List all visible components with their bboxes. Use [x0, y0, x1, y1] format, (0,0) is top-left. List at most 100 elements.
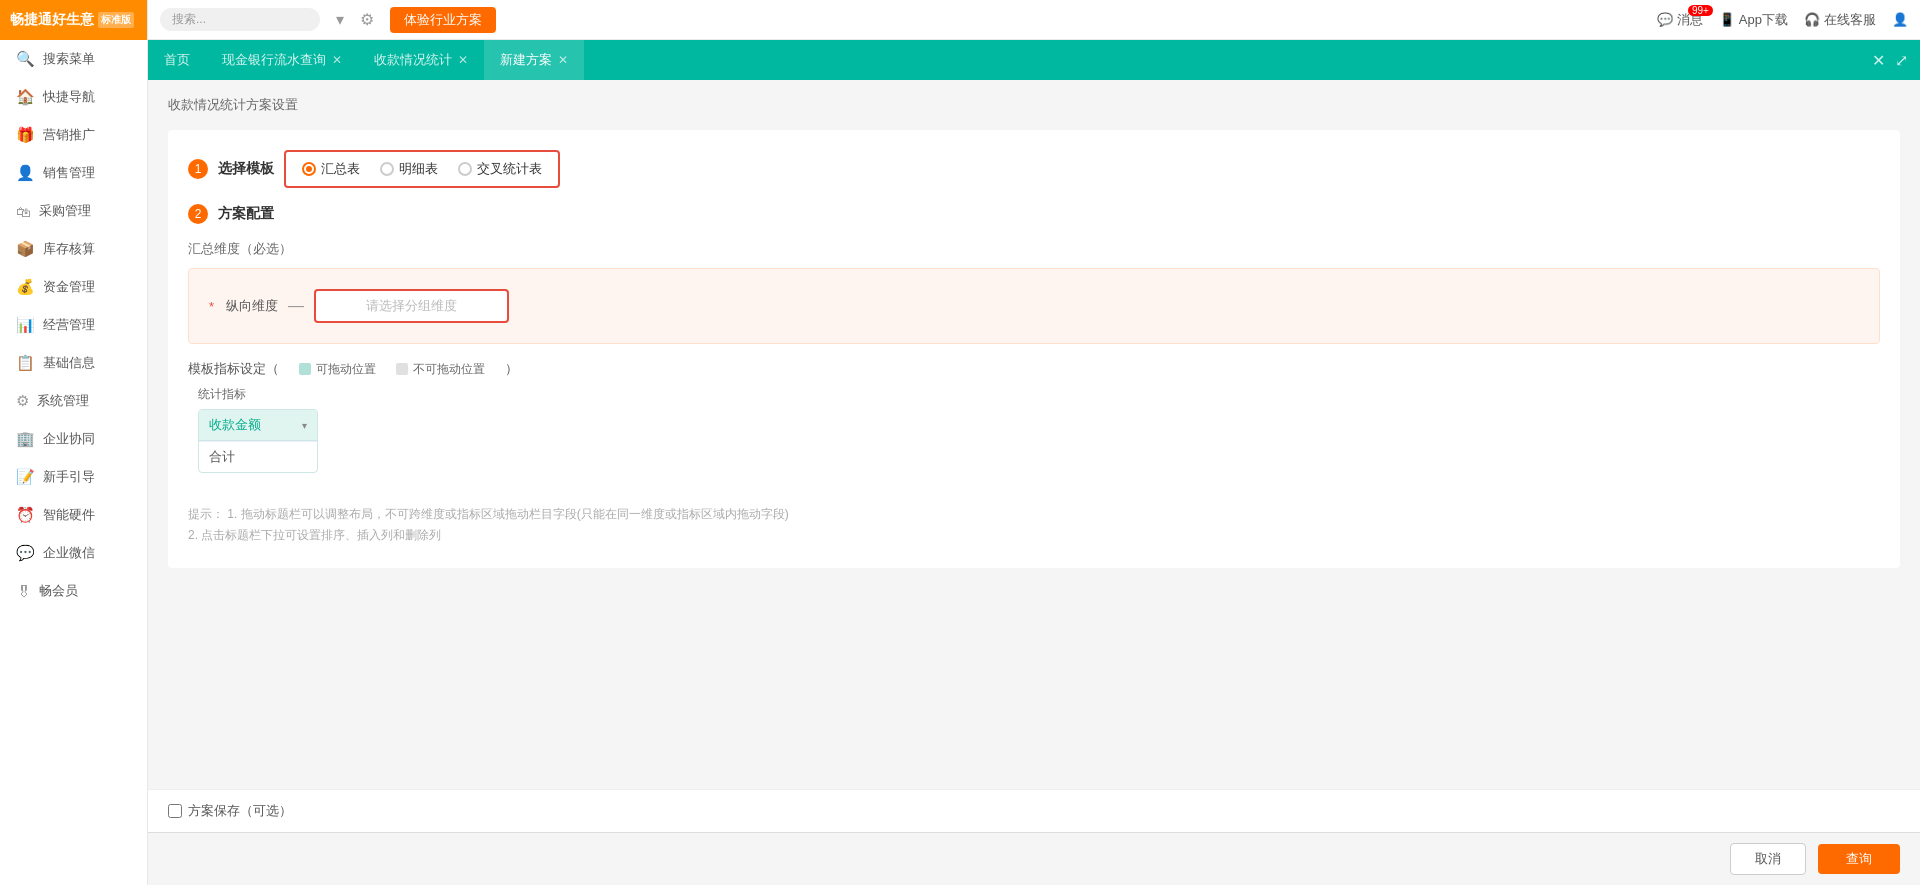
required-marker: * [209, 299, 214, 314]
close-all-icon[interactable]: ✕ [1872, 51, 1885, 70]
topbar-right: 💬 消息 99+ 📱 App下载 🎧 在线客服 👤 [1657, 11, 1908, 29]
tab-collection-stats[interactable]: 收款情况统计 ✕ [358, 40, 484, 80]
radio-summary[interactable]: 汇总表 [302, 160, 360, 178]
hints: 提示： 1. 拖动标题栏可以调整布局，不可跨维度或指标区域拖动栏目字段(只能在同… [188, 506, 1880, 544]
legend-nodrag-dot [396, 363, 408, 375]
query-button[interactable]: 查询 [1818, 844, 1900, 874]
stats-row: 合计 [199, 441, 317, 472]
sidebar-item-system[interactable]: ⚙ 系统管理 [0, 382, 147, 420]
sidebar-label: 企业协同 [43, 430, 95, 448]
online-service-label: 在线客服 [1824, 11, 1876, 29]
cancel-button[interactable]: 取消 [1730, 843, 1806, 875]
sidebar-label: 系统管理 [37, 392, 89, 410]
home-icon: 🏠 [16, 88, 35, 106]
sidebar-tag: 标准版 [98, 12, 134, 28]
summary-dim-title: 汇总维度（必选） [188, 240, 1880, 258]
sidebar-label: 基础信息 [43, 354, 95, 372]
industry-btn[interactable]: 体验行业方案 [390, 7, 496, 33]
sidebar-label: 营销推广 [43, 126, 95, 144]
clock-icon: ⏰ [16, 506, 35, 524]
sidebar-item-operation[interactable]: 📊 经营管理 [0, 306, 147, 344]
save-section: 方案保存（可选） [148, 789, 1920, 832]
sidebar-logo: 畅捷通好生意 标准版 [0, 0, 147, 40]
app-download-item[interactable]: 📱 App下载 [1719, 11, 1788, 29]
hint-2: 2. 点击标题栏下拉可设置排序、插入列和删除列 [188, 527, 1880, 544]
stats-col-header[interactable]: 收款金额 ▾ [199, 410, 317, 441]
tab-home[interactable]: 首页 [148, 40, 206, 80]
tab-close-collection-stats[interactable]: ✕ [458, 53, 468, 67]
tab-label: 新建方案 [500, 51, 552, 69]
user-avatar[interactable]: 👤 [1892, 12, 1908, 27]
sidebar-item-finance[interactable]: 💰 资金管理 [0, 268, 147, 306]
dim-placeholder-text: 请选择分组维度 [366, 298, 457, 313]
stats-row-label: 合计 [209, 449, 235, 464]
stats-chevron-icon: ▾ [302, 420, 307, 431]
dim-placeholder-input[interactable]: 请选择分组维度 [314, 289, 509, 323]
sidebar-label: 库存核算 [43, 240, 95, 258]
download-icon: 📱 [1719, 12, 1735, 27]
message-item[interactable]: 💬 消息 99+ [1657, 11, 1703, 29]
radio-label-detail: 明细表 [399, 160, 438, 178]
sidebar-item-marketing[interactable]: 🎁 营销推广 [0, 116, 147, 154]
radio-dot-detail [380, 162, 394, 176]
settings-icon[interactable]: ⚙ [360, 10, 374, 29]
sidebar-item-enterprise[interactable]: 🏢 企业协同 [0, 420, 147, 458]
sidebar-item-wechat[interactable]: 💬 企业微信 [0, 534, 147, 572]
radio-cross[interactable]: 交叉统计表 [458, 160, 542, 178]
gift-icon: 🎁 [16, 126, 35, 144]
legend-drag-dot [299, 363, 311, 375]
sidebar-label: 畅会员 [39, 582, 78, 600]
main-area: 搜索... ▾ ⚙ 体验行业方案 💬 消息 99+ 📱 App下载 🎧 在线客服… [148, 0, 1920, 885]
tab-new-plan[interactable]: 新建方案 ✕ [484, 40, 584, 80]
legend-drag: 可拖动位置 [299, 361, 376, 378]
gear-icon: ⚙ [16, 392, 29, 410]
stats-block-wrapper: 统计指标 收款金额 ▾ 合计 [198, 386, 1880, 476]
message-icon: 💬 [1657, 12, 1673, 27]
building-icon: 🏢 [16, 430, 35, 448]
arrow-icon: — [288, 297, 304, 315]
tabbar: 首页 现金银行流水查询 ✕ 收款情况统计 ✕ 新建方案 ✕ ✕ ⤢ [148, 40, 1920, 80]
sidebar-item-member[interactable]: 🎖 畅会员 [0, 572, 147, 610]
legend-drag-label: 可拖动位置 [316, 361, 376, 378]
dimension-area: * 纵向维度 — 请选择分组维度 [188, 268, 1880, 344]
radio-label-summary: 汇总表 [321, 160, 360, 178]
topbar-search[interactable]: 搜索... [160, 8, 320, 31]
sidebar-label: 智能硬件 [43, 506, 95, 524]
sidebar-item-sales[interactable]: 👤 销售管理 [0, 154, 147, 192]
tab-bank-flow[interactable]: 现金银行流水查询 ✕ [206, 40, 358, 80]
radio-detail[interactable]: 明细表 [380, 160, 438, 178]
search-icon: 🔍 [16, 50, 35, 68]
note-icon: 📝 [16, 468, 35, 486]
sidebar-item-smart-hw[interactable]: ⏰ 智能硬件 [0, 496, 147, 534]
tabbar-actions: ✕ ⤢ [1860, 40, 1920, 80]
sidebar-label: 经营管理 [43, 316, 95, 334]
radio-label-cross: 交叉统计表 [477, 160, 542, 178]
save-checkbox[interactable] [168, 804, 182, 818]
online-service-item[interactable]: 🎧 在线客服 [1804, 11, 1876, 29]
stats-col-label: 收款金额 [209, 416, 261, 434]
user-icon: 👤 [1892, 12, 1908, 27]
metric-config: 模板指标设定（ 可拖动位置 不可拖动位置 ） [188, 360, 1880, 544]
medal-icon: 🎖 [16, 583, 31, 600]
tab-close-bank-flow[interactable]: ✕ [332, 53, 342, 67]
sidebar-item-inventory[interactable]: 📦 库存核算 [0, 230, 147, 268]
radio-dot-cross [458, 162, 472, 176]
stats-block: 收款金额 ▾ 合计 [198, 409, 318, 473]
sidebar-item-search-menu[interactable]: 🔍 搜索菜单 [0, 40, 147, 78]
sidebar-item-guide[interactable]: 📝 新手引导 [0, 458, 147, 496]
legend-nodrag: 不可拖动位置 [396, 361, 485, 378]
sidebar: 畅捷通好生意 标准版 🔍 搜索菜单 🏠 快捷导航 🎁 营销推广 👤 销售管理 🛍… [0, 0, 148, 885]
sidebar-item-basic-info[interactable]: 📋 基础信息 [0, 344, 147, 382]
box-icon: 📦 [16, 240, 35, 258]
tab-label: 收款情况统计 [374, 51, 452, 69]
sidebar-item-quick-nav[interactable]: 🏠 快捷导航 [0, 78, 147, 116]
chat-icon: 💬 [16, 544, 35, 562]
step1-label: 选择模板 [218, 160, 274, 178]
legend-close: ） [505, 360, 518, 378]
expand-icon[interactable]: ⤢ [1895, 51, 1908, 70]
topbar: 搜索... ▾ ⚙ 体验行业方案 💬 消息 99+ 📱 App下载 🎧 在线客服… [148, 0, 1920, 40]
tab-close-new-plan[interactable]: ✕ [558, 53, 568, 67]
sidebar-item-purchase[interactable]: 🛍 采购管理 [0, 192, 147, 230]
step2-section: 2 方案配置 汇总维度（必选） * 纵向维度 — 请选择分组维度 [188, 204, 1880, 544]
content: 收款情况统计方案设置 1 选择模板 汇总表 明细表 [148, 80, 1920, 789]
